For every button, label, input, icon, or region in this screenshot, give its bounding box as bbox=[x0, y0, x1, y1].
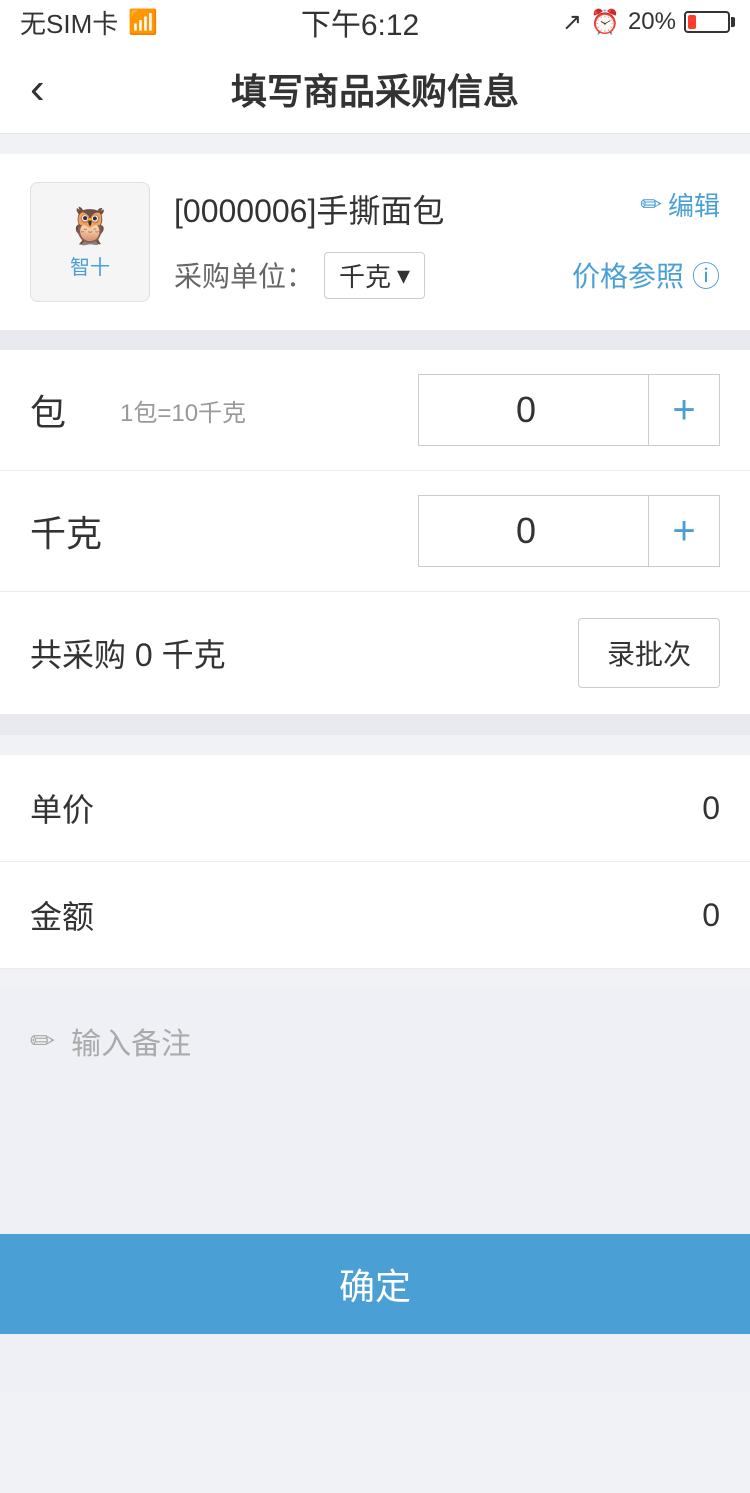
price-ref-button[interactable]: 价格参照 ⓘ bbox=[572, 255, 720, 295]
total-unit: 千克 bbox=[162, 637, 226, 673]
quantity-input-section: 包 1包=10千克 + 千克 + bbox=[0, 350, 750, 592]
total-label: 共采购 0 千克 bbox=[30, 630, 226, 676]
status-left: 无SIM卡 📶 bbox=[20, 4, 158, 41]
bag-input-row: 包 1包=10千克 + bbox=[0, 350, 750, 471]
status-bar: 无SIM卡 📶 下午6:12 ↗ ⏰ 20% bbox=[0, 0, 750, 44]
unit-price-label: 单价 bbox=[30, 785, 94, 831]
help-icon: ⓘ bbox=[692, 255, 720, 295]
section-divider-1 bbox=[0, 330, 750, 350]
unit-price-row: 单价 0 bbox=[0, 755, 750, 862]
product-logo-text: 智十 bbox=[70, 251, 110, 280]
carrier-label: 无SIM卡 bbox=[20, 4, 118, 41]
purchase-unit: 采购单位： 千克 ▾ bbox=[174, 252, 425, 299]
product-bottom-row: 采购单位： 千克 ▾ 价格参照 ⓘ bbox=[174, 252, 720, 299]
nav-bar: ‹ 填写商品采购信息 bbox=[0, 44, 750, 134]
total-row: 共采购 0 千克 录批次 bbox=[0, 592, 750, 715]
confirm-button[interactable]: 确定 bbox=[0, 1234, 750, 1334]
amount-value: 0 bbox=[702, 897, 720, 934]
total-prefix: 共采购 bbox=[30, 637, 126, 673]
status-time: 下午6:12 bbox=[301, 0, 419, 44]
remark-placeholder: 输入备注 bbox=[71, 1019, 191, 1063]
confirm-label: 确定 bbox=[339, 1258, 411, 1310]
section-divider-2 bbox=[0, 715, 750, 735]
edit-button[interactable]: ✏ 编辑 bbox=[640, 186, 720, 223]
kg-quantity-input[interactable] bbox=[418, 495, 648, 567]
product-name: [0000006]手撕面包 bbox=[174, 186, 444, 232]
product-card: 🦉 智十 [0000006]手撕面包 ✏ 编辑 采购单位： 千克 ▾ bbox=[0, 154, 750, 330]
bag-sublabel: 1包=10千克 bbox=[120, 393, 418, 428]
product-info: [0000006]手撕面包 ✏ 编辑 采购单位： 千克 ▾ 价格参照 ⓘ bbox=[174, 186, 720, 299]
product-top-row: [0000006]手撕面包 ✏ 编辑 bbox=[174, 186, 720, 232]
product-logo-icon: 🦉 bbox=[68, 205, 113, 247]
amount-label: 金额 bbox=[30, 892, 94, 938]
battery-fill bbox=[688, 15, 696, 29]
bag-label: 包 bbox=[30, 384, 110, 436]
unit-selector[interactable]: 千克 ▾ bbox=[324, 252, 425, 299]
pencil-icon: ✏ bbox=[30, 1024, 55, 1059]
unit-value: 千克 bbox=[339, 257, 391, 294]
record-batch-button[interactable]: 录批次 bbox=[578, 618, 720, 688]
total-value: 0 bbox=[135, 637, 153, 673]
wifi-icon: 📶 bbox=[128, 8, 158, 37]
status-right: ↗ ⏰ 20% bbox=[562, 8, 730, 37]
page-title: 填写商品采购信息 bbox=[231, 63, 519, 115]
bag-quantity-input[interactable] bbox=[418, 374, 648, 446]
price-ref-label: 价格参照 bbox=[572, 255, 684, 295]
bag-plus-button[interactable]: + bbox=[648, 374, 720, 446]
kg-input-row: 千克 + bbox=[0, 471, 750, 592]
location-icon: ↗ bbox=[562, 8, 582, 37]
alarm-icon: ⏰ bbox=[590, 8, 620, 37]
product-image: 🦉 智十 bbox=[30, 182, 150, 302]
edit-icon: ✏ bbox=[640, 189, 662, 220]
battery-indicator bbox=[684, 11, 730, 33]
remark-section[interactable]: ✏ 输入备注 bbox=[0, 989, 750, 1093]
kg-input-control: + bbox=[418, 495, 720, 567]
kg-plus-button[interactable]: + bbox=[648, 495, 720, 567]
back-button[interactable]: ‹ bbox=[30, 67, 45, 111]
bag-input-control: + bbox=[418, 374, 720, 446]
price-section: 单价 0 金额 0 bbox=[0, 755, 750, 969]
kg-label: 千克 bbox=[30, 505, 110, 557]
purchase-unit-label: 采购单位： bbox=[174, 255, 314, 295]
chevron-down-icon: ▾ bbox=[397, 260, 410, 291]
unit-price-value: 0 bbox=[702, 790, 720, 827]
edit-label: 编辑 bbox=[668, 186, 720, 223]
battery-percent: 20% bbox=[628, 8, 676, 36]
amount-row: 金额 0 bbox=[0, 862, 750, 969]
